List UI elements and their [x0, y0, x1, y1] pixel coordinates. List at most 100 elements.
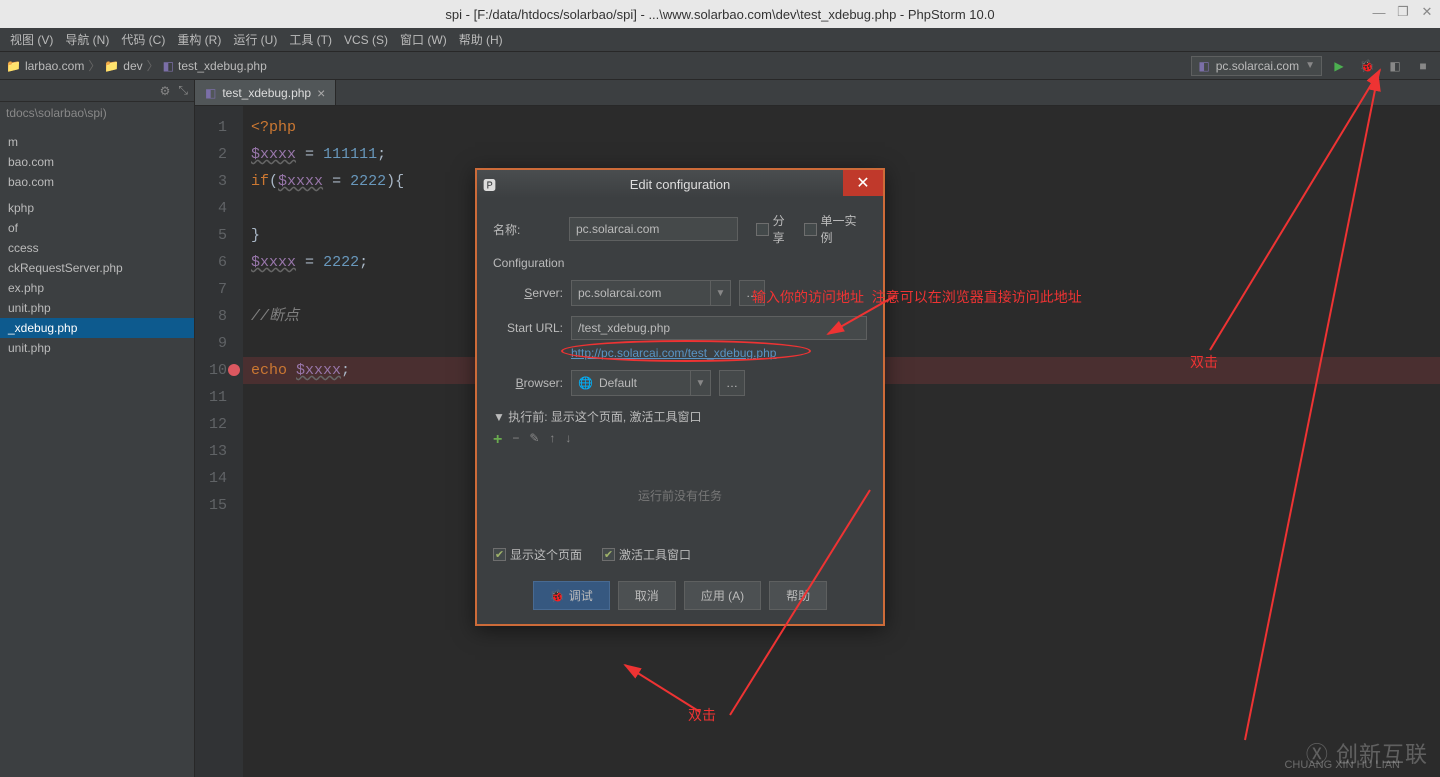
dialog-close-button[interactable]: ✕: [843, 170, 883, 196]
sidebar-item[interactable]: ckRequestServer.php: [0, 258, 194, 278]
code-line[interactable]: <?php: [251, 114, 1440, 141]
line-number[interactable]: 9: [195, 330, 227, 357]
menu-code[interactable]: 代码 (C): [115, 31, 171, 48]
folder-icon: 📁: [6, 59, 21, 73]
activate-tool-checkbox[interactable]: ✔: [602, 548, 615, 561]
run-config-selector[interactable]: ◧ pc.solarcai.com ▼: [1191, 56, 1322, 76]
browser-select[interactable]: 🌐 Default ▼: [571, 370, 711, 396]
sidebar-item[interactable]: unit.php: [0, 298, 194, 318]
gear-icon[interactable]: ⚙: [160, 84, 171, 98]
name-input[interactable]: [569, 217, 738, 241]
maximize-icon[interactable]: ❐: [1394, 4, 1412, 20]
line-number[interactable]: 1: [195, 114, 227, 141]
apply-button[interactable]: 应用 (A): [684, 581, 761, 610]
show-page-checkbox[interactable]: ✔: [493, 548, 506, 561]
line-number[interactable]: 14: [195, 465, 227, 492]
watermark-sub: CHUANG XIN HU LIAN: [1284, 759, 1400, 771]
sidebar-item[interactable]: _xdebug.php: [0, 318, 194, 338]
tab-test-xdebug[interactable]: ◧ test_xdebug.php ×: [195, 80, 336, 105]
menu-navigate[interactable]: 导航 (N): [59, 31, 115, 48]
editor-tabs: ◧ test_xdebug.php ×: [195, 80, 1440, 106]
debug-button[interactable]: 🐞: [1356, 55, 1378, 77]
minimize-icon[interactable]: —: [1370, 4, 1388, 20]
breakpoint-icon[interactable]: [228, 364, 240, 376]
sidebar-item[interactable]: bao.com: [0, 172, 194, 192]
tab-label: test_xdebug.php: [222, 86, 311, 100]
start-url-input[interactable]: [571, 316, 867, 340]
chevron-down-icon: ▼: [710, 281, 730, 305]
share-checkbox[interactable]: [756, 223, 769, 236]
line-number[interactable]: 13: [195, 438, 227, 465]
debug-button[interactable]: 🐞调试: [533, 581, 610, 610]
collapse-icon[interactable]: ⤡: [178, 83, 188, 98]
code-line[interactable]: $xxxx = 111111;: [251, 141, 1440, 168]
run-button[interactable]: ▶: [1328, 55, 1350, 77]
cancel-button[interactable]: 取消: [618, 581, 676, 610]
folder-icon: 📁: [104, 59, 119, 73]
php-file-icon: ◧: [163, 59, 174, 73]
server-value: pc.solarcai.com: [578, 286, 661, 300]
chrome-icon: 🌐: [578, 376, 593, 390]
line-number[interactable]: 5: [195, 222, 227, 249]
sidebar-item[interactable]: bao.com: [0, 152, 194, 172]
help-button[interactable]: 帮助: [769, 581, 827, 610]
line-number[interactable]: 6: [195, 249, 227, 276]
sidebar-item[interactable]: unit.php: [0, 338, 194, 358]
close-icon[interactable]: ✕: [1418, 4, 1436, 20]
menu-refactor[interactable]: 重构 (R): [171, 31, 227, 48]
url-preview-link[interactable]: http://pc.solarcai.com/test_xdebug.php: [571, 346, 867, 360]
menu-run[interactable]: 运行 (U): [227, 31, 283, 48]
server-select[interactable]: pc.solarcai.com ▼: [571, 280, 731, 306]
sidebar-item[interactable]: m: [0, 132, 194, 152]
crumb-2[interactable]: dev: [123, 59, 142, 73]
name-label: 名称:: [493, 221, 561, 238]
menu-window[interactable]: 窗口 (W): [394, 31, 453, 48]
crumb-3[interactable]: test_xdebug.php: [178, 59, 267, 73]
line-number[interactable]: 12: [195, 411, 227, 438]
line-number[interactable]: 8: [195, 303, 227, 330]
menu-tools[interactable]: 工具 (T): [283, 31, 338, 48]
sidebar-item[interactable]: of: [0, 218, 194, 238]
phpstorm-icon: 🅿: [483, 175, 496, 194]
chevron-down-icon: ▼: [690, 371, 710, 395]
share-label: 分享: [773, 212, 796, 246]
annotation-input-url: 输入你的访问地址 注意可以在浏览器直接访问此地址: [752, 287, 1082, 307]
line-number[interactable]: 2: [195, 141, 227, 168]
line-number[interactable]: 7: [195, 276, 227, 303]
show-page-label: 显示这个页面: [510, 546, 582, 563]
browser-browse-button[interactable]: …: [719, 370, 745, 396]
line-number[interactable]: 11: [195, 384, 227, 411]
browser-label: Browser:: [493, 376, 563, 390]
edit-task-button[interactable]: ✎: [529, 431, 539, 449]
add-task-button[interactable]: +: [493, 431, 502, 449]
bug-icon: 🐞: [550, 589, 565, 603]
window-title: spi - [F:/data/htdocs/solarbao/spi] - ..…: [445, 7, 994, 22]
navigation-bar: 📁 larbao.com 〉 📁 dev 〉 ◧ test_xdebug.php…: [0, 52, 1440, 80]
php-file-icon: ◧: [205, 86, 216, 100]
window-titlebar: spi - [F:/data/htdocs/solarbao/spi] - ..…: [0, 0, 1440, 28]
line-number[interactable]: 15: [195, 492, 227, 519]
annotation-doubleclick-1: 双击: [688, 705, 716, 725]
stop-button[interactable]: ■: [1412, 55, 1434, 77]
sidebar-item[interactable]: kphp: [0, 198, 194, 218]
line-number[interactable]: 3: [195, 168, 227, 195]
line-number[interactable]: 10: [195, 357, 227, 384]
server-label: Server:: [493, 286, 563, 300]
sidebar-item[interactable]: ccess: [0, 238, 194, 258]
single-instance-checkbox[interactable]: [804, 223, 817, 236]
menu-view[interactable]: 视图 (V): [4, 31, 59, 48]
annotation-doubleclick-2: 双击: [1190, 352, 1218, 372]
close-tab-icon[interactable]: ×: [317, 85, 325, 101]
sidebar-item[interactable]: ex.php: [0, 278, 194, 298]
menubar: 视图 (V) 导航 (N) 代码 (C) 重构 (R) 运行 (U) 工具 (T…: [0, 28, 1440, 52]
line-number[interactable]: 4: [195, 195, 227, 222]
remove-task-button[interactable]: −: [512, 431, 519, 449]
crumb-1[interactable]: larbao.com: [25, 59, 84, 73]
annotation-circle: [561, 340, 811, 362]
move-down-button[interactable]: ↓: [565, 431, 571, 449]
menu-vcs[interactable]: VCS (S): [338, 33, 394, 47]
move-up-button[interactable]: ↑: [549, 431, 555, 449]
chevron-down-icon: ▼: [1305, 60, 1315, 71]
coverage-button[interactable]: ◧: [1384, 55, 1406, 77]
menu-help[interactable]: 帮助 (H): [453, 31, 509, 48]
